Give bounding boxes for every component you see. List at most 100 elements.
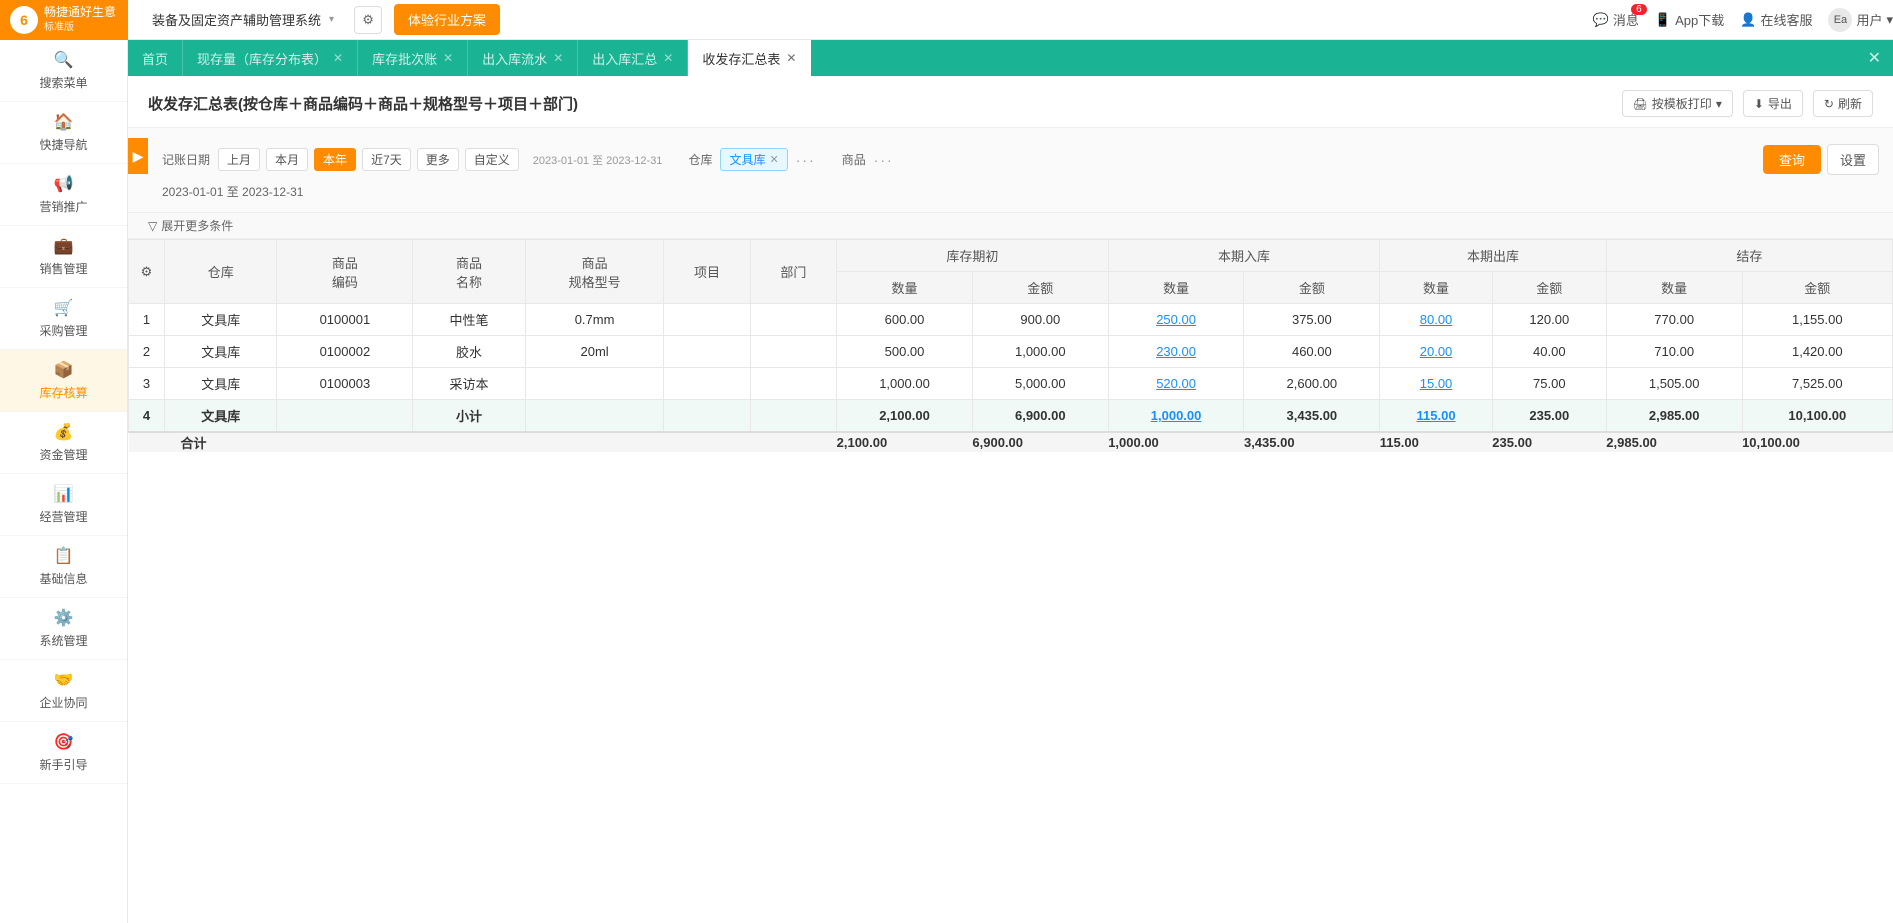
system-icon: ⚙️ xyxy=(54,608,74,628)
row-code: 0100002 xyxy=(277,336,413,368)
print-icon: 🖨 xyxy=(1633,97,1648,111)
logo-icon: 6 xyxy=(10,6,38,34)
row-in-qty[interactable]: 250.00 xyxy=(1108,304,1244,336)
row-out-qty[interactable]: 20.00 xyxy=(1380,336,1493,368)
tab-batch-ledger[interactable]: 库存批次账 ✕ xyxy=(358,40,468,76)
row-in-qty[interactable]: 520.00 xyxy=(1108,368,1244,400)
sidebar-item-label: 搜索菜单 xyxy=(39,74,87,91)
row-init-qty: 500.00 xyxy=(837,336,973,368)
filter-toggle-button[interactable]: ▶ xyxy=(128,138,148,174)
sidebar-item-sales[interactable]: 💼 销售管理 xyxy=(0,226,127,288)
print-button[interactable]: 🖨 按模板打印 ▾ xyxy=(1622,90,1733,117)
row-no: 1 xyxy=(129,304,165,336)
col-out-qty: 数量 xyxy=(1380,272,1493,304)
warehouse-tag-close[interactable]: ✕ xyxy=(769,153,778,166)
sidebar-item-finance[interactable]: 💰 资金管理 xyxy=(0,412,127,474)
row-in-qty[interactable]: 230.00 xyxy=(1108,336,1244,368)
table-container: ⚙ 仓库 商品编码 商品名称 商品规格型号 项目 部门 库存期初 本期入库 本期… xyxy=(128,239,1893,923)
filter-bar: 记账日期 上月 本月 本年 近7天 更多 自定义 2023-01-01 至 20… xyxy=(148,138,1893,212)
date-btn-custom[interactable]: 自定义 xyxy=(465,148,519,171)
tab-close-inventory-dist[interactable]: ✕ xyxy=(333,51,343,65)
sidebar-item-marketing[interactable]: 📢 营销推广 xyxy=(0,164,127,226)
sidebar-item-system[interactable]: ⚙️ 系统管理 xyxy=(0,598,127,660)
row-init-amt: 6,900.00 xyxy=(972,400,1108,433)
query-button[interactable]: 查询 xyxy=(1763,145,1821,174)
row-out-amt: 235.00 xyxy=(1492,400,1606,433)
date-btn-more[interactable]: 更多 xyxy=(417,148,459,171)
tab-inout-summary[interactable]: 出入库汇总 ✕ xyxy=(578,40,688,76)
row-out-qty[interactable]: 80.00 xyxy=(1380,304,1493,336)
user-menu[interactable]: Ea 用户 ▾ xyxy=(1828,8,1893,32)
date-btn-this-month[interactable]: 本月 xyxy=(266,148,308,171)
tab-close-inout-flow[interactable]: ✕ xyxy=(553,51,563,65)
row-out-qty[interactable]: 115.00 xyxy=(1380,400,1493,433)
date-btn-last-month[interactable]: 上月 xyxy=(218,148,260,171)
sidebar-item-label: 库存核算 xyxy=(39,384,87,401)
tab-inout-flow[interactable]: 出入库流水 ✕ xyxy=(468,40,578,76)
sidebar-item-label: 系统管理 xyxy=(39,632,87,649)
online-service-button[interactable]: 👤 在线客服 xyxy=(1740,10,1812,29)
row-warehouse: 文具库 xyxy=(165,336,277,368)
row-in-amt: 460.00 xyxy=(1244,336,1380,368)
messages-button[interactable]: 💬 消息 6 xyxy=(1593,10,1639,29)
row-spec xyxy=(525,368,664,400)
message-icon: 💬 xyxy=(1593,12,1609,28)
trial-button[interactable]: 体验行业方案 xyxy=(394,4,500,35)
print-dropdown-icon: ▾ xyxy=(1716,97,1722,111)
tab-close-batch-ledger[interactable]: ✕ xyxy=(443,51,453,65)
sidebar-item-basic-info[interactable]: 📋 基础信息 xyxy=(0,536,127,598)
row-code: 0100003 xyxy=(277,368,413,400)
row-bal-amt: 10,100.00 xyxy=(1742,400,1892,433)
tab-bar-close-button[interactable]: ✕ xyxy=(1856,48,1893,68)
footer-in-amt: 3,435.00 xyxy=(1244,432,1380,452)
table-row: 1文具库0100001中性笔0.7mm600.00900.00250.00375… xyxy=(129,304,1893,336)
basicinfo-icon: 📋 xyxy=(54,546,74,566)
row-init-amt: 1,000.00 xyxy=(972,336,1108,368)
tab-close-inout-summary[interactable]: ✕ xyxy=(663,51,673,65)
sidebar-item-enterprise[interactable]: 🤝 企业协同 xyxy=(0,660,127,722)
export-button[interactable]: ⬇ 导出 xyxy=(1743,90,1803,117)
messages-badge: 6 xyxy=(1631,4,1647,15)
col-period-out: 本期出库 xyxy=(1380,240,1607,272)
table-row: 3文具库0100003采访本1,000.005,000.00520.002,60… xyxy=(129,368,1893,400)
tab-close-receive-summary[interactable]: ✕ xyxy=(786,51,796,65)
sidebar-item-guide[interactable]: 🎯 新手引导 xyxy=(0,722,127,784)
row-bal-qty: 770.00 xyxy=(1606,304,1742,336)
goods-ellipsis[interactable]: ··· xyxy=(874,152,894,168)
inventory-icon: 📦 xyxy=(54,360,74,380)
tab-home[interactable]: 首页 xyxy=(128,40,183,76)
sales-icon: 💼 xyxy=(54,236,74,256)
warehouse-ellipsis[interactable]: ··· xyxy=(796,152,816,168)
system-name-section: 装备及固定资产辅助管理系统 ▾ xyxy=(152,10,334,29)
settings-gear-button[interactable]: ⚙ xyxy=(354,6,382,34)
page-header: 收发存汇总表(按仓库＋商品编码＋商品＋规格型号＋项目＋部门) 🖨 按模板打印 ▾… xyxy=(128,76,1893,128)
footer-in-qty: 1,000.00 xyxy=(1108,432,1244,452)
refresh-button[interactable]: ↻ 刷新 xyxy=(1813,90,1873,117)
expand-conditions-button[interactable]: ▽ 展开更多条件 xyxy=(148,217,233,234)
sidebar-item-inventory[interactable]: 📦 库存核算 xyxy=(0,350,127,412)
row-out-qty[interactable]: 15.00 xyxy=(1380,368,1493,400)
tab-inventory-dist[interactable]: 现存量（库存分布表） ✕ xyxy=(183,40,358,76)
row-bal-qty: 2,985.00 xyxy=(1606,400,1742,433)
row-in-qty[interactable]: 1,000.00 xyxy=(1108,400,1244,433)
set-button[interactable]: 设置 xyxy=(1827,144,1879,175)
sidebar: 🔍 搜索菜单 🏠 快捷导航 📢 营销推广 💼 销售管理 🛒 采购管理 📦 库存核… xyxy=(0,40,128,923)
avatar: Ea xyxy=(1828,8,1852,32)
sidebar-item-search[interactable]: 🔍 搜索菜单 xyxy=(0,40,127,102)
sidebar-item-quick-nav[interactable]: 🏠 快捷导航 xyxy=(0,102,127,164)
sidebar-item-purchase[interactable]: 🛒 采购管理 xyxy=(0,288,127,350)
footer-empty-1 xyxy=(129,432,165,452)
sidebar-item-operations[interactable]: 📊 经营管理 xyxy=(0,474,127,536)
row-dept xyxy=(750,336,836,368)
warehouse-tag[interactable]: 文具库 ✕ xyxy=(720,148,787,171)
app-download-button[interactable]: 📱 App下载 xyxy=(1655,10,1724,29)
col-settings[interactable]: ⚙ xyxy=(129,240,165,304)
col-out-amt: 金额 xyxy=(1492,272,1606,304)
row-in-amt: 375.00 xyxy=(1244,304,1380,336)
sidebar-item-label: 采购管理 xyxy=(39,322,87,339)
date-btn-this-year[interactable]: 本年 xyxy=(314,148,356,171)
tab-receive-summary[interactable]: 收发存汇总表 ✕ xyxy=(688,40,811,76)
purchase-icon: 🛒 xyxy=(54,298,74,318)
dropdown-icon[interactable]: ▾ xyxy=(329,14,334,25)
date-btn-7days[interactable]: 近7天 xyxy=(362,148,411,171)
